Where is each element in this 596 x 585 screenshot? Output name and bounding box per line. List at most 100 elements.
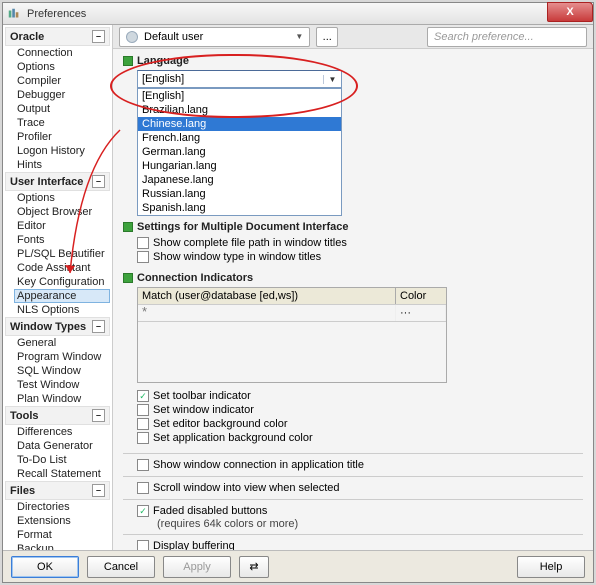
sidebar-item-appearance[interactable]: Appearance [14,289,110,303]
sidebar-group-oracle[interactable]: Oracle– [5,27,110,46]
checkbox[interactable] [137,505,149,517]
titlebar: Preferences X [3,3,593,25]
collapse-icon[interactable]: – [92,175,105,188]
checkbox-label: Set window indicator [153,404,254,416]
ok-button[interactable]: OK [11,556,79,578]
sidebar-item-program-window[interactable]: Program Window [14,350,110,364]
checkbox-label: Show window connection in application ti… [153,459,364,471]
section-title: Connection Indicators [137,272,253,284]
checkbox[interactable] [137,251,149,263]
sidebar-item-code-assistant[interactable]: Code Assistant [14,261,110,275]
checkbox[interactable] [137,432,149,444]
user-icon [126,31,138,43]
sidebar-item-trace[interactable]: Trace [14,116,110,130]
color-cell[interactable]: ··· [396,305,446,321]
checkbox[interactable] [137,390,149,402]
connection-table: Match (user@database [ed,ws]) Color *··· [137,287,447,383]
sidebar-group-window-types[interactable]: Window Types– [5,317,110,336]
checkbox-row: Display buffering [123,539,583,550]
language-option[interactable]: French.lang [138,131,341,145]
checkbox[interactable] [137,237,149,249]
sidebar-item-nls-options[interactable]: NLS Options [14,303,110,317]
checkbox[interactable] [137,482,149,494]
table-body[interactable] [138,322,446,382]
connection-section: Connection Indicators Match (user@databa… [123,272,583,445]
checkbox-row: Set toolbar indicator [123,389,583,403]
sidebar-item-pl-sql-beautifier[interactable]: PL/SQL Beautifier [14,247,110,261]
checkbox[interactable] [137,418,149,430]
sidebar-group-files[interactable]: Files– [5,481,110,500]
checkbox[interactable] [137,404,149,416]
sidebar-item-recall-statement[interactable]: Recall Statement [14,467,110,481]
prefs-icon [7,7,21,21]
language-option[interactable]: Russian.lang [138,187,341,201]
sidebar-item-data-generator[interactable]: Data Generator [14,439,110,453]
content-header: Default user ▼ ... Search preference... [113,25,593,49]
collapse-icon[interactable]: – [92,484,105,497]
collapse-icon[interactable]: – [92,320,105,333]
language-dropdown[interactable]: [English]▼ [English]Brazilian.langChines… [137,70,342,88]
sidebar-item-object-browser[interactable]: Object Browser [14,205,110,219]
window-title: Preferences [27,8,86,20]
mdi-section: Settings for Multiple Document Interface… [123,221,583,264]
sidebar-item-hints[interactable]: Hints [14,158,110,172]
sidebar-item-fonts[interactable]: Fonts [14,233,110,247]
collapse-icon[interactable] [123,273,133,283]
collapse-icon[interactable]: – [92,409,105,422]
sidebar-item-profiler[interactable]: Profiler [14,130,110,144]
language-option[interactable]: Brazilian.lang [138,103,341,117]
sidebar-item-options[interactable]: Options [14,60,110,74]
collapse-icon[interactable]: – [92,30,105,43]
checkbox-row: Faded disabled buttons [123,504,583,518]
add-row[interactable]: * [138,305,396,321]
col-match: Match (user@database [ed,ws]) [138,288,396,304]
sidebar-item-logon-history[interactable]: Logon History [14,144,110,158]
sidebar-group-tools[interactable]: Tools– [5,406,110,425]
language-option[interactable]: German.lang [138,145,341,159]
sidebar-item-extensions[interactable]: Extensions [14,514,110,528]
language-option[interactable]: Hungarian.lang [138,159,341,173]
help-button[interactable]: Help [517,556,585,578]
language-option[interactable]: Spanish.lang [138,201,341,215]
sidebar-item-sql-window[interactable]: SQL Window [14,364,110,378]
language-option[interactable]: Chinese.lang [138,117,341,131]
language-option[interactable]: [English] [138,89,341,103]
search-input[interactable]: Search preference... [427,27,587,47]
checkbox-row: Set window indicator [123,403,583,417]
collapse-icon[interactable] [123,56,133,66]
checkbox[interactable] [137,540,149,550]
close-button[interactable]: X [547,2,593,22]
checkbox[interactable] [137,459,149,471]
sidebar-item-test-window[interactable]: Test Window [14,378,110,392]
sidebar-item-options[interactable]: Options [14,191,110,205]
cancel-button[interactable]: Cancel [87,556,155,578]
sidebar-item-output[interactable]: Output [14,102,110,116]
checkbox-label: Display buffering [153,540,235,550]
sidebar-item-general[interactable]: General [14,336,110,350]
user-dropdown[interactable]: Default user ▼ [119,27,310,47]
checkbox-label: Set toolbar indicator [153,390,251,402]
sidebar-item-differences[interactable]: Differences [14,425,110,439]
apply-button[interactable]: Apply [163,556,231,578]
sidebar-item-directories[interactable]: Directories [14,500,110,514]
col-color: Color [396,288,446,304]
language-selected: [English] [142,73,184,85]
sidebar-item-format[interactable]: Format [14,528,110,542]
sidebar: Oracle–ConnectionOptionsCompilerDebugger… [3,25,113,550]
sidebar-item-connection[interactable]: Connection [14,46,110,60]
sidebar-item-to-do-list[interactable]: To-Do List [14,453,110,467]
sidebar-item-backup[interactable]: Backup [14,542,110,550]
sidebar-item-editor[interactable]: Editor [14,219,110,233]
sidebar-item-plan-window[interactable]: Plan Window [14,392,110,406]
extra-button[interactable]: ... [316,27,338,47]
sidebar-item-debugger[interactable]: Debugger [14,88,110,102]
sidebar-item-compiler[interactable]: Compiler [14,74,110,88]
language-section: Language [English]▼ [English]Brazilian.l… [123,55,583,213]
sidebar-item-key-configuration[interactable]: Key Configuration [14,275,110,289]
collapse-icon[interactable] [123,222,133,232]
section-title: Settings for Multiple Document Interface [137,221,348,233]
nav-button[interactable]: ⇄ [239,556,269,578]
language-option[interactable]: Japanese.lang [138,173,341,187]
checkbox-label: Set editor background color [153,418,288,430]
sidebar-group-user-interface[interactable]: User Interface– [5,172,110,191]
